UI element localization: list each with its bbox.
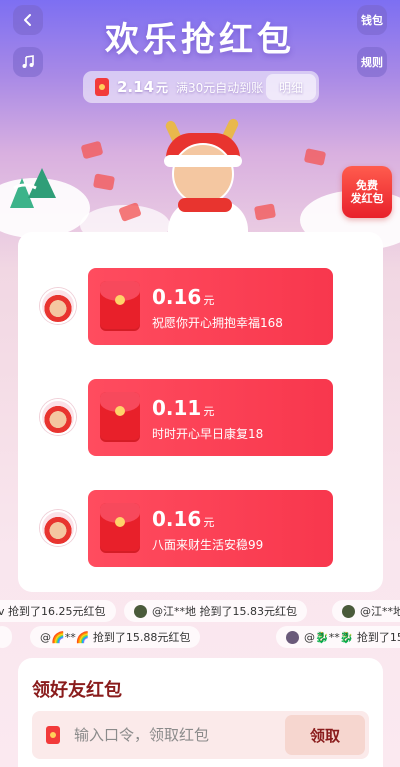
- ticker-item: [0, 626, 12, 648]
- list-item: 0.16 元 祝愿你开心拥抱幸福168: [18, 268, 383, 348]
- red-envelope-icon: [95, 78, 109, 96]
- ticker-item: @🌈**🌈 抢到了15.88元红包: [30, 626, 201, 648]
- avatar: [40, 399, 76, 435]
- winner-ticker-row-1: v 抢到了16.25元红包 @江**地 抢到了15.83元红包 @江**地: [0, 600, 400, 622]
- envelope-amount: 0.11 元: [152, 396, 215, 420]
- red-envelope-bubble[interactable]: 0.16 元 八面来财生活安稳99: [88, 490, 333, 567]
- avatar: [342, 604, 355, 618]
- avatar: [134, 604, 147, 618]
- detail-button[interactable]: 明细: [266, 74, 316, 100]
- free-send-label-1: 免费: [356, 179, 378, 192]
- list-item: 0.11 元 时时开心早日康复18: [18, 379, 383, 459]
- balance-bar: 2.14 元 满30元自动到账 明细: [83, 71, 319, 103]
- friend-envelope-section: 领好友红包 领取: [18, 658, 383, 767]
- balance-amount: 2.14 元: [117, 78, 169, 96]
- red-envelope-bubble[interactable]: 0.16 元 祝愿你开心拥抱幸福168: [88, 268, 333, 345]
- code-input[interactable]: [44, 711, 294, 759]
- red-envelope-icon: [100, 392, 140, 442]
- envelope-amount: 0.16 元: [152, 285, 215, 309]
- winner-ticker-row-2: @🌈**🌈 抢到了15.88元红包 @🐉**🐉 抢到了15: [0, 626, 400, 648]
- red-envelope-feed: 0.16 元 祝愿你开心拥抱幸福168 0.11 元 时时开心早日康复18 0.16…: [18, 232, 383, 592]
- free-send-envelope-button[interactable]: 免费 发红包: [342, 166, 392, 218]
- red-envelope-bubble[interactable]: 0.11 元 时时开心早日康复18: [88, 379, 333, 456]
- red-envelope-icon: [100, 503, 140, 553]
- balance-note: 满30元自动到账: [176, 80, 264, 95]
- envelope-message: 时时开心早日康复18: [152, 427, 264, 441]
- envelope-message: 八面来财生活安稳99: [152, 538, 264, 552]
- red-envelope-icon: [100, 281, 140, 331]
- free-send-label-2: 发红包: [350, 192, 384, 205]
- avatar: [286, 630, 299, 644]
- envelope-amount: 0.16 元: [152, 507, 215, 531]
- avatar: [40, 288, 76, 324]
- list-item: 0.16 元 八面来财生活安稳99: [18, 490, 383, 570]
- section-title: 领好友红包: [32, 680, 122, 701]
- envelope-message: 祝愿你开心拥抱幸福168: [152, 316, 283, 330]
- code-input-box: 领取: [32, 711, 369, 759]
- ticker-item: @🐉**🐉 抢到了15: [276, 626, 400, 648]
- tree-icon: [10, 168, 56, 208]
- ticker-item: v 抢到了16.25元红包: [0, 600, 116, 622]
- page-title: 欢乐抢红包: [105, 20, 295, 60]
- page: 钱包 规则 欢乐抢红包 2.14 元 满30元自动到账 明细 免费 发红包 0.…: [0, 0, 400, 767]
- ticker-item: @江**地: [332, 600, 400, 622]
- ticker-item: @江**地 抢到了15.83元红包: [124, 600, 307, 622]
- avatar: [40, 510, 76, 546]
- claim-button[interactable]: 领取: [285, 715, 365, 755]
